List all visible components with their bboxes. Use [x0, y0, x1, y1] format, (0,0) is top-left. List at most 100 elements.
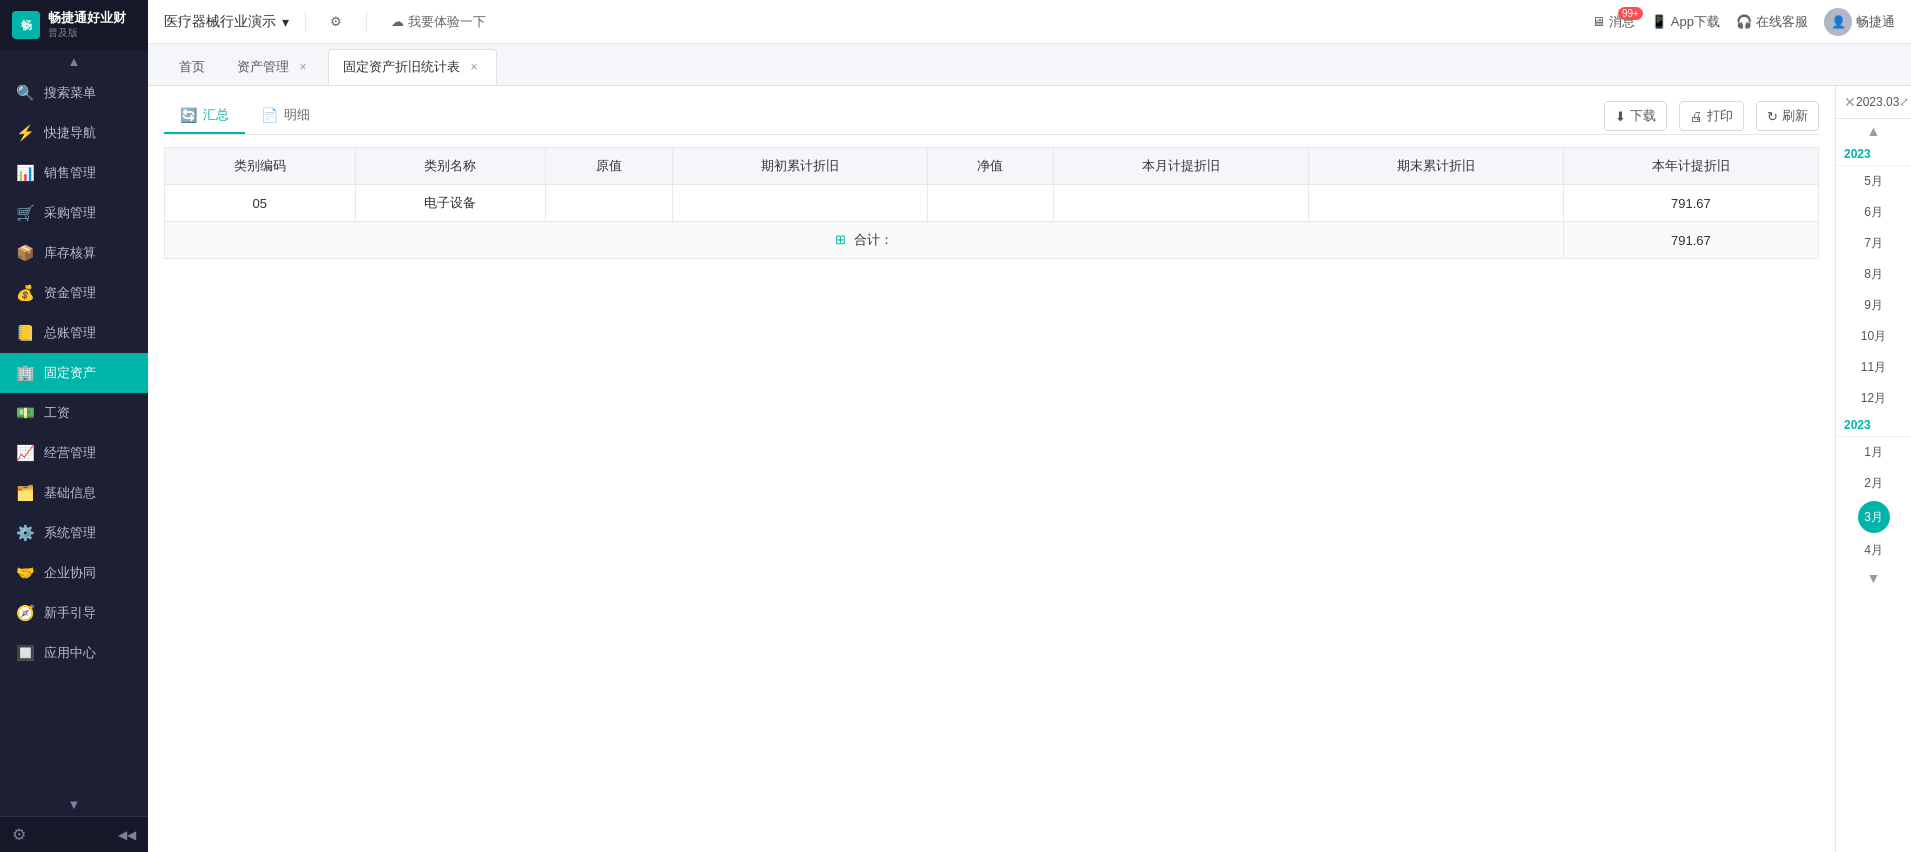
sidebar-item-label: 系统管理 — [44, 524, 96, 542]
experience-button[interactable]: ☁ 我要体验一下 — [383, 9, 494, 35]
summary-icon: ⊞ — [835, 232, 846, 247]
tab-home[interactable]: 首页 — [164, 49, 220, 85]
date-month-2023-07[interactable]: 7月 — [1836, 228, 1911, 259]
date-month-2023-12[interactable]: 12月 — [1836, 383, 1911, 414]
date-panel: ✕ 2023.03 ⤢ ▲ 2023 5月 6月 7月 8月 9月 10月 11… — [1835, 86, 1911, 852]
sidebar-collapse-button[interactable]: ◀◀ — [118, 828, 136, 842]
date-month-2023-10[interactable]: 10月 — [1836, 321, 1911, 352]
sidebar-item-system[interactable]: ⚙️ 系统管理 — [0, 513, 148, 553]
tab-home-label: 首页 — [179, 58, 205, 76]
sidebar-footer: ⚙ ◀◀ — [0, 816, 148, 852]
date-year-2023-label: 2023 — [1836, 414, 1911, 437]
app-subtitle: 普及版 — [48, 26, 126, 40]
service-button[interactable]: 🎧 在线客服 — [1736, 13, 1808, 31]
cart-icon: 🛒 — [16, 204, 34, 222]
sidebar-item-label: 总账管理 — [44, 324, 96, 342]
phone-icon: 📱 — [1651, 14, 1667, 29]
date-month-2023-01[interactable]: 1月 — [1836, 437, 1911, 468]
date-month-2023-08[interactable]: 8月 — [1836, 259, 1911, 290]
sidebar-item-basicinfo[interactable]: 🗂️ 基础信息 — [0, 473, 148, 513]
main-area: 医疗器械行业演示 ▾ ⚙ ☁ 我要体验一下 🖥 消息 99+ 📱 App下载 🎧… — [148, 0, 1911, 852]
table-row: 05 电子设备 791.67 — [165, 185, 1819, 222]
sub-tab-summary-label: 汇总 — [203, 106, 229, 124]
sidebar-settings-button[interactable]: ⚙ — [12, 825, 26, 844]
settings-icon: ⚙ — [330, 14, 342, 29]
print-button[interactable]: 🖨 打印 — [1679, 101, 1744, 131]
sidebar-item-quicknav[interactable]: ⚡ 快捷导航 — [0, 113, 148, 153]
gear-icon: ⚙️ — [16, 524, 34, 542]
refresh-button[interactable]: ↻ 刷新 — [1756, 101, 1819, 131]
date-month-2023-06[interactable]: 6月 — [1836, 197, 1911, 228]
search-icon: 🔍 — [16, 84, 34, 102]
cloud-icon: ☁ — [391, 14, 404, 29]
date-panel-close-button[interactable]: ✕ — [1844, 94, 1856, 110]
sidebar-item-sales[interactable]: 📊 销售管理 — [0, 153, 148, 193]
company-name: 医疗器械行业演示 — [164, 13, 276, 31]
sidebar-item-inventory[interactable]: 📦 库存核算 — [0, 233, 148, 273]
sidebar-scroll-up[interactable]: ▲ — [0, 50, 148, 73]
sub-tab-summary[interactable]: 🔄 汇总 — [164, 98, 245, 134]
print-icon: 🖨 — [1690, 109, 1703, 124]
chart-icon: 📊 — [16, 164, 34, 182]
date-month-2023-09[interactable]: 9月 — [1836, 290, 1911, 321]
download-button[interactable]: ⬇ 下载 — [1604, 101, 1667, 131]
col-end-dep: 期末累计折旧 — [1308, 148, 1563, 185]
money-icon: 💰 — [16, 284, 34, 302]
sidebar-item-cooperation[interactable]: 🤝 企业协同 — [0, 553, 148, 593]
settings-button[interactable]: ⚙ — [322, 10, 350, 33]
col-original: 原值 — [546, 148, 672, 185]
sidebar-item-finance[interactable]: 💰 资金管理 — [0, 273, 148, 313]
salary-icon: 💵 — [16, 404, 34, 422]
building-icon: 🏢 — [16, 364, 34, 382]
download-button[interactable]: 📱 App下载 — [1651, 13, 1720, 31]
sidebar-item-label: 新手引导 — [44, 604, 96, 622]
tab-assets-close[interactable]: × — [295, 59, 311, 75]
sidebar-item-appcenter[interactable]: 🔲 应用中心 — [0, 633, 148, 673]
date-scroll-up[interactable]: ▲ — [1836, 119, 1911, 143]
chevron-down-icon: ▾ — [282, 14, 289, 30]
sidebar-item-search[interactable]: 🔍 搜索菜单 — [0, 73, 148, 113]
col-net-value: 净值 — [927, 148, 1053, 185]
company-selector[interactable]: 医疗器械行业演示 ▾ — [164, 13, 289, 31]
sidebar-item-fixedassets[interactable]: 🏢 固定资产 — [0, 353, 148, 393]
content-toolbar: ⬇ 下载 🖨 打印 ↻ 刷新 — [1604, 101, 1819, 131]
sidebar-item-salary[interactable]: 💵 工资 — [0, 393, 148, 433]
sidebar-item-label: 库存核算 — [44, 244, 96, 262]
tab-assets[interactable]: 资产管理 × — [222, 49, 326, 85]
tabs-bar: 首页 资产管理 × 固定资产折旧统计表 × — [148, 44, 1911, 86]
cell-initial-dep — [672, 185, 927, 222]
sidebar-item-operations[interactable]: 📈 经营管理 — [0, 433, 148, 473]
date-panel-scroll[interactable]: ▲ 2023 5月 6月 7月 8月 9月 10月 11月 12月 2023 1… — [1836, 119, 1911, 852]
sidebar-header: 畅 畅捷通好业财 普及版 — [0, 0, 148, 50]
date-month-2023-03[interactable]: 3月 — [1858, 501, 1890, 533]
tab-depreciation[interactable]: 固定资产折旧统计表 × — [328, 49, 497, 85]
content-main: 🔄 汇总 📄 明细 ⬇ 下载 🖨 打印 — [148, 86, 1835, 852]
date-panel-expand-button[interactable]: ⤢ — [1899, 95, 1909, 109]
notification-button[interactable]: 🖥 消息 99+ — [1592, 13, 1635, 31]
date-scroll-down[interactable]: ▼ — [1836, 566, 1911, 590]
document-icon: 📄 — [261, 107, 278, 123]
sidebar-item-purchase[interactable]: 🛒 采购管理 — [0, 193, 148, 233]
topbar-divider — [305, 12, 306, 32]
folder-icon: 🗂️ — [16, 484, 34, 502]
headset-icon: 🎧 — [1736, 14, 1752, 29]
ledger-icon: 📒 — [16, 324, 34, 342]
user-menu[interactable]: 👤 畅捷通 — [1824, 8, 1895, 36]
date-month-2023-02[interactable]: 2月 — [1836, 468, 1911, 499]
app-title-wrap: 畅捷通好业财 普及版 — [48, 10, 126, 40]
sidebar-item-guide[interactable]: 🧭 新手引导 — [0, 593, 148, 633]
sidebar-item-label: 企业协同 — [44, 564, 96, 582]
date-month-2023-05[interactable]: 5月 — [1836, 166, 1911, 197]
date-month-2023-11[interactable]: 11月 — [1836, 352, 1911, 383]
date-month-2023-04[interactable]: 4月 — [1836, 535, 1911, 566]
sidebar: 畅 畅捷通好业财 普及版 ▲ 🔍 搜索菜单 ⚡ 快捷导航 📊 销售管理 🛒 采购… — [0, 0, 148, 852]
topbar: 医疗器械行业演示 ▾ ⚙ ☁ 我要体验一下 🖥 消息 99+ 📱 App下载 🎧… — [148, 0, 1911, 44]
tab-depreciation-close[interactable]: × — [466, 59, 482, 75]
col-code: 类别编码 — [165, 148, 356, 185]
sub-tab-detail[interactable]: 📄 明细 — [245, 98, 326, 134]
sidebar-scroll-down[interactable]: ▼ — [0, 793, 148, 816]
cell-end-dep — [1308, 185, 1563, 222]
sidebar-item-ledger[interactable]: 📒 总账管理 — [0, 313, 148, 353]
grid-icon: 🔲 — [16, 644, 34, 662]
sidebar-item-label: 经营管理 — [44, 444, 96, 462]
